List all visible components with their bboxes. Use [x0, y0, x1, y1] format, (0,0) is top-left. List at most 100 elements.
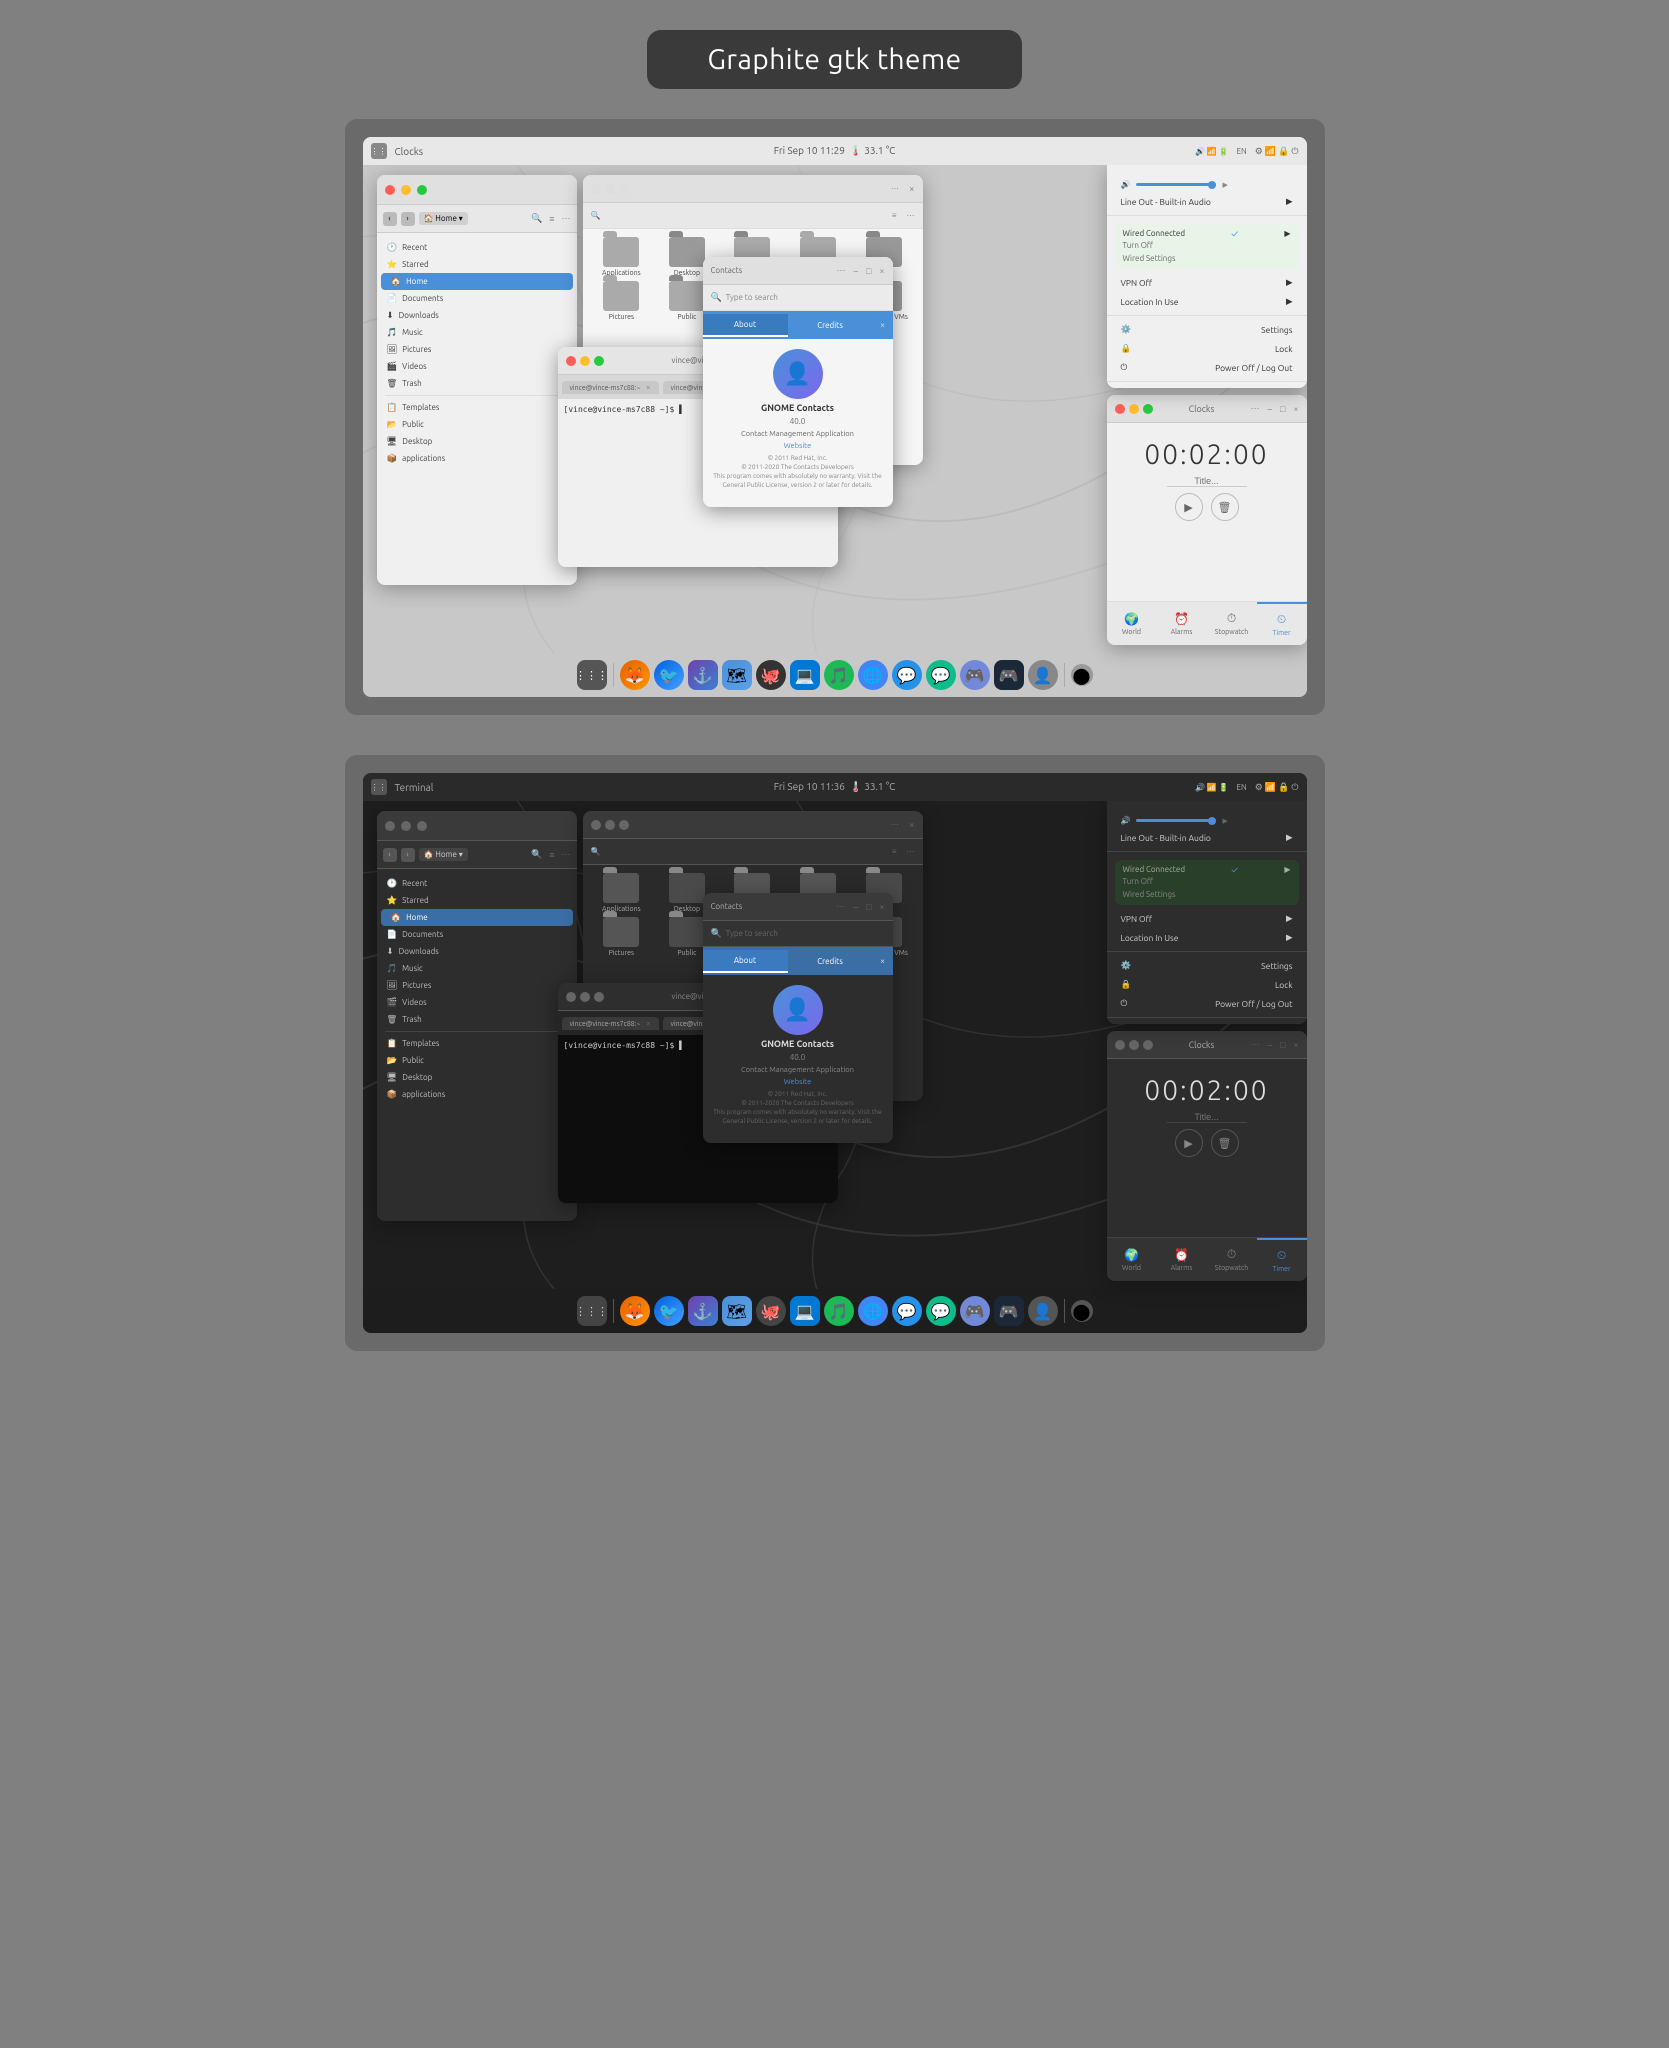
clocks-tab-stopwatch[interactable]: ⏱ Stopwatch	[1207, 602, 1257, 645]
fm-close[interactable]	[591, 184, 601, 194]
more-btn[interactable]: ⋯	[562, 213, 571, 224]
dark-clocks-tab-alarms[interactable]: ⏰ Alarms	[1157, 1238, 1207, 1281]
dark-contacts-tab-credits[interactable]: Credits	[788, 951, 873, 972]
contacts-close-x[interactable]: ×	[879, 266, 884, 276]
dark-nav-back[interactable]: ‹	[383, 848, 397, 862]
dark-fm-close[interactable]	[591, 820, 601, 830]
search-btn[interactable]: 🔍	[531, 213, 542, 224]
app-grid-icon[interactable]: ⋮⋮	[371, 143, 387, 159]
dark-contacts-close[interactable]: ×	[880, 956, 885, 966]
dark-dock-minimize[interactable]: ⬤	[1071, 1300, 1093, 1322]
dark-terminal-tab-1[interactable]: vince@vince-ms7c88:~ ×	[562, 1017, 659, 1030]
contacts-tab-about[interactable]: About	[703, 314, 788, 337]
clock-reset-btn[interactable]: ▶	[1175, 493, 1203, 521]
clock-title-input[interactable]	[1167, 476, 1247, 487]
dock-vsc[interactable]: 💻	[790, 660, 820, 690]
dock-minimize[interactable]: ⬤	[1071, 664, 1093, 686]
dark-clocks-tab-stopwatch[interactable]: ⏱ Stopwatch	[1207, 1238, 1257, 1281]
dark-location-in-use[interactable]: Location In Use ▶	[1107, 928, 1307, 947]
dark-contacts-tab-about[interactable]: About	[703, 950, 788, 973]
lock-item[interactable]: 🔒 Lock	[1107, 339, 1307, 358]
dark-clocks-close[interactable]	[1115, 1040, 1125, 1050]
contacts-close[interactable]: ×	[880, 320, 885, 330]
dark-settings-item[interactable]: ⚙️ Settings	[1107, 956, 1307, 975]
dark-dock-discord[interactable]: 🎮	[960, 1296, 990, 1326]
clocks-max[interactable]	[1143, 404, 1153, 414]
close-btn[interactable]	[385, 185, 395, 195]
dark-dock-maps[interactable]: 🗺	[722, 1296, 752, 1326]
sidebar-pictures[interactable]: 🖼Pictures	[377, 341, 577, 358]
dock-element[interactable]: 💬	[926, 660, 956, 690]
sidebar-public[interactable]: 📂Public	[377, 416, 577, 433]
dock-signal-app[interactable]: 💬	[892, 660, 922, 690]
dark-dock-element[interactable]: 💬	[926, 1296, 956, 1326]
dark-dock-chrome[interactable]: 🌐	[858, 1296, 888, 1326]
term-max[interactable]	[594, 356, 604, 366]
sidebar-home[interactable]: 🏠Home	[381, 273, 573, 290]
dark-dock-vsc[interactable]: 💻	[790, 1296, 820, 1326]
contacts-tab-credits[interactable]: Credits	[788, 315, 873, 336]
dark-fm-max[interactable]	[619, 820, 629, 830]
view-btn[interactable]: ≡	[549, 214, 554, 224]
dark-dock-github[interactable]: 🐙	[756, 1296, 786, 1326]
nav-forward[interactable]: ›	[401, 212, 415, 226]
dark-close-btn[interactable]	[385, 821, 395, 831]
dark-clocks-tab-timer[interactable]: ⏲ Timer	[1257, 1238, 1307, 1281]
file-pictures[interactable]: Pictures	[591, 281, 653, 321]
dark-search-btn[interactable]: 🔍	[531, 849, 542, 860]
dark-contacts-search[interactable]: 🔍 Type to search	[703, 921, 893, 947]
dock-spotify[interactable]: 🎵	[824, 660, 854, 690]
contacts-search[interactable]: 🔍 Type to search	[703, 285, 893, 311]
dark-sidebar-home[interactable]: 🏠Home	[381, 909, 573, 926]
dock-endeavour[interactable]: ⚓	[688, 660, 718, 690]
dark-file-applications[interactable]: Applications	[591, 873, 653, 913]
vpn-off[interactable]: VPN Off ▶	[1107, 273, 1307, 292]
nav-home-btn[interactable]: 🏠 Home ▾	[419, 212, 468, 225]
nav-back[interactable]: ‹	[383, 212, 397, 226]
dark-sidebar-trash[interactable]: 🗑Trash	[377, 1011, 577, 1028]
sidebar-downloads[interactable]: ⬇Downloads	[377, 307, 577, 324]
sidebar-documents[interactable]: 📄Documents	[377, 290, 577, 307]
dark-wired-settings[interactable]: Wired Settings	[1123, 888, 1291, 901]
dark-sidebar-templates[interactable]: 📋Templates	[377, 1035, 577, 1052]
dark-clocks-tab-world[interactable]: 🌍 World	[1107, 1238, 1157, 1281]
dock-chrome[interactable]: 🌐	[858, 660, 888, 690]
dark-dock-endeavour[interactable]: ⚓	[688, 1296, 718, 1326]
dock-discord-app[interactable]: 🎮	[960, 660, 990, 690]
term-min[interactable]	[580, 356, 590, 366]
dark-vpn-off[interactable]: VPN Off ▶	[1107, 909, 1307, 928]
sidebar-videos[interactable]: 🎬Videos	[377, 358, 577, 375]
sidebar-templates[interactable]: 📋Templates	[377, 399, 577, 416]
fm-min[interactable]	[605, 184, 615, 194]
dock-firefox[interactable]: 🦊	[620, 660, 650, 690]
fm-max[interactable]	[619, 184, 629, 194]
dark-dock-spotify[interactable]: 🎵	[824, 1296, 854, 1326]
dark-nav-home[interactable]: 🏠 Home ▾	[419, 848, 468, 861]
clock-delete-btn[interactable]: 🗑	[1211, 493, 1239, 521]
clocks-tab-world[interactable]: 🌍 World	[1107, 602, 1157, 645]
dock-steam-app[interactable]: 🎮	[994, 660, 1024, 690]
dark-sidebar-starred[interactable]: ⭐Starred	[377, 892, 577, 909]
dark-clock-delete-btn[interactable]: 🗑	[1211, 1129, 1239, 1157]
clocks-tab-alarms[interactable]: ⏰ Alarms	[1157, 602, 1207, 645]
dark-file-pictures[interactable]: Pictures	[591, 917, 653, 957]
clocks-close[interactable]	[1115, 404, 1125, 414]
dark-contacts-close-x[interactable]: ×	[879, 902, 884, 912]
dark-dock-signal[interactable]: 💬	[892, 1296, 922, 1326]
dark-dock-steam[interactable]: 🎮	[994, 1296, 1024, 1326]
audio-output[interactable]: Line Out - Built-in Audio ▶	[1107, 192, 1307, 211]
dark-sidebar-desktop[interactable]: 🖥Desktop	[377, 1069, 577, 1086]
dark-term-max[interactable]	[594, 992, 604, 1002]
dark-more-btn[interactable]: ⋯	[562, 849, 571, 860]
dark-app-grid[interactable]: ⋮⋮	[371, 779, 387, 795]
fm-close-x[interactable]: ×	[909, 183, 915, 194]
dark-clocks-min[interactable]	[1129, 1040, 1139, 1050]
dark-dock-thunderbird[interactable]: 🐦	[654, 1296, 684, 1326]
dark-sidebar-applications[interactable]: 📦applications	[377, 1086, 577, 1103]
dark-fm-min[interactable]	[605, 820, 615, 830]
clocks-min[interactable]	[1129, 404, 1139, 414]
dark-max-btn[interactable]	[417, 821, 427, 831]
volume-slider[interactable]	[1136, 183, 1216, 186]
dark-contact-website[interactable]: Website	[784, 1078, 812, 1086]
dark-term-close[interactable]	[566, 992, 576, 1002]
